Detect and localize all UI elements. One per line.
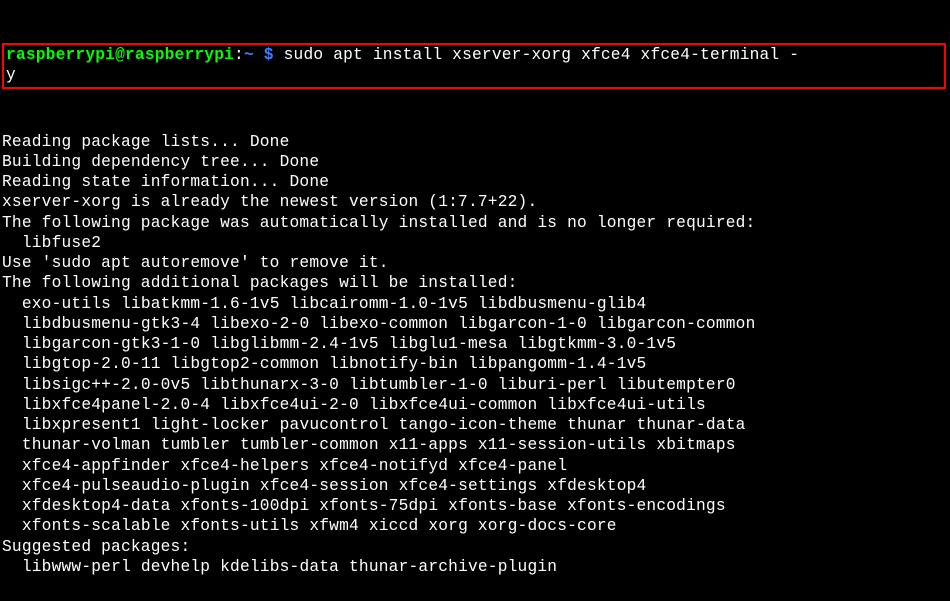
output-line: xfonts-scalable xfonts-utils xfwm4 xiccd… — [2, 516, 946, 536]
output-line: libsigc++-2.0-0v5 libthunarx-3-0 libtumb… — [2, 375, 946, 395]
command-wrap: y — [6, 65, 942, 85]
prompt-colon: : — [234, 46, 244, 64]
output-line: The following additional packages will b… — [2, 273, 946, 293]
output-line: Building dependency tree... Done — [2, 152, 946, 172]
output-line: libxfce4panel-2.0-4 libxfce4ui-2-0 libxf… — [2, 395, 946, 415]
output-line: Use 'sudo apt autoremove' to remove it. — [2, 253, 946, 273]
output-line: libdbusmenu-gtk3-4 libexo-2-0 libexo-com… — [2, 314, 946, 334]
prompt-user: raspberrypi — [6, 46, 115, 64]
output-line: Reading package lists... Done — [2, 132, 946, 152]
terminal-output: Reading package lists... DoneBuilding de… — [2, 132, 946, 578]
output-line: xfce4-pulseaudio-plugin xfce4-session xf… — [2, 476, 946, 496]
output-line: libgtop-2.0-11 libgtop2-common libnotify… — [2, 354, 946, 374]
output-line: Suggested packages: — [2, 537, 946, 557]
prompt-at: @ — [115, 46, 125, 64]
command-highlight-box: raspberrypi@raspberrypi:~ $ sudo apt ins… — [2, 43, 946, 90]
output-line: Reading state information... Done — [2, 172, 946, 192]
output-line: xfce4-appfinder xfce4-helpers xfce4-noti… — [2, 456, 946, 476]
prompt-dollar: $ — [254, 46, 284, 64]
output-line: thunar-volman tumbler tumbler-common x11… — [2, 435, 946, 455]
output-line: libgarcon-gtk3-1-0 libglibmm-2.4-1v5 lib… — [2, 334, 946, 354]
output-line: libfuse2 — [2, 233, 946, 253]
prompt-path: ~ — [244, 46, 254, 64]
output-line: libwww-perl devhelp kdelibs-data thunar-… — [2, 557, 946, 577]
output-line: libxpresent1 light-locker pavucontrol ta… — [2, 415, 946, 435]
command-text: sudo apt install xserver-xorg xfce4 xfce… — [284, 46, 800, 64]
output-line: xfdesktop4-data xfonts-100dpi xfonts-75d… — [2, 496, 946, 516]
prompt-line: raspberrypi@raspberrypi:~ $ sudo apt ins… — [6, 45, 942, 65]
prompt-host: raspberrypi — [125, 46, 234, 64]
output-line: The following package was automatically … — [2, 213, 946, 233]
output-line: xserver-xorg is already the newest versi… — [2, 192, 946, 212]
output-line: exo-utils libatkmm-1.6-1v5 libcairomm-1.… — [2, 294, 946, 314]
terminal-window[interactable]: raspberrypi@raspberrypi:~ $ sudo apt ins… — [0, 0, 950, 601]
